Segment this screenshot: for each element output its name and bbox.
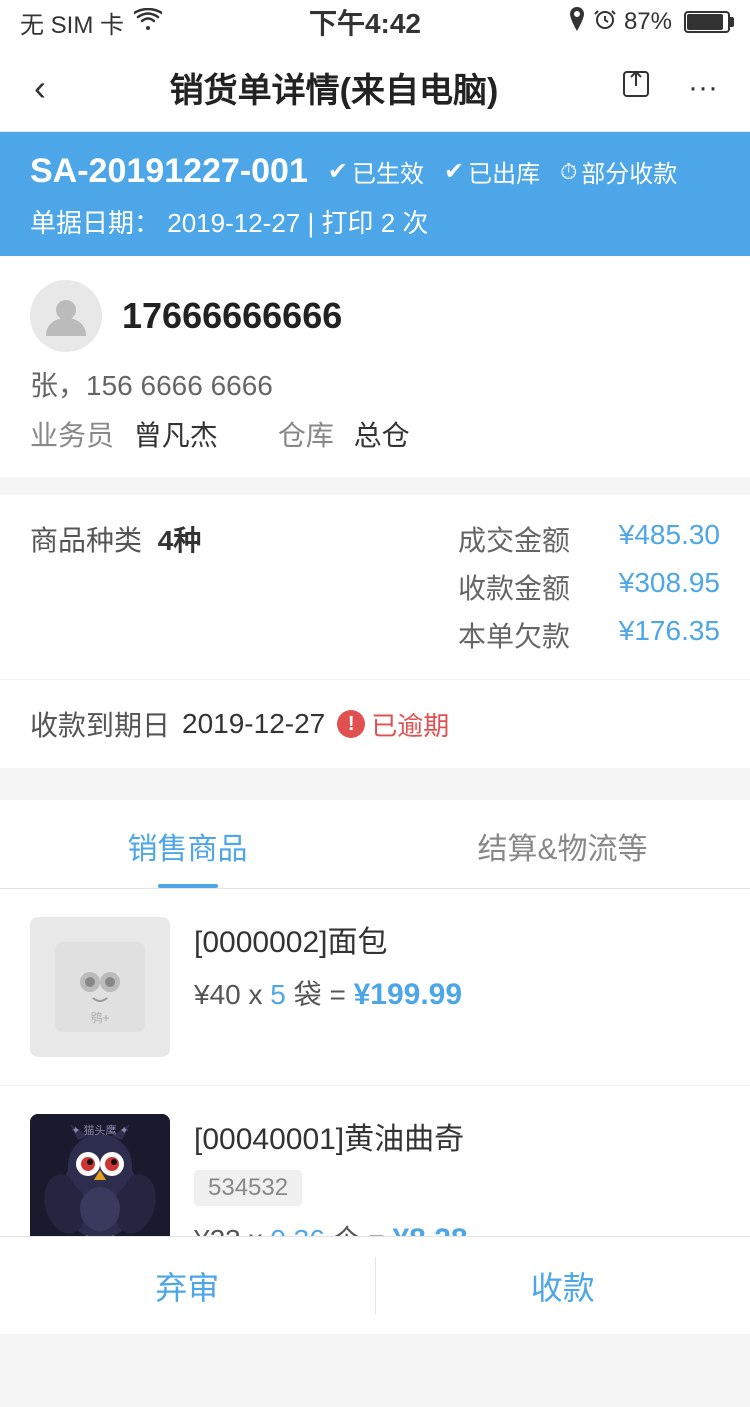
status-badge-2: ✔ 已出库 bbox=[444, 154, 540, 189]
product-name-2: [00040001]黄油曲奇 bbox=[194, 1114, 720, 1158]
receipt-row: 收款金额 ¥308.95 bbox=[458, 567, 720, 607]
status-badge-1: ✔ 已生效 bbox=[328, 154, 424, 189]
customer-name: 张，156 6666 6666 bbox=[30, 364, 720, 404]
status-bar: 无 SIM 卡 下午4:42 87% bbox=[0, 0, 750, 44]
header-banner: SA-20191227-001 ✔ 已生效 ✔ 已出库 ⏱ 部分收款 单据日期：… bbox=[0, 132, 750, 256]
customer-section: 17666666666 张，156 6666 6666 业务员 曾凡杰 仓库 总… bbox=[0, 256, 750, 479]
confirm-button[interactable]: 收款 bbox=[376, 1237, 750, 1334]
product-info-1: [0000002]面包 ¥40 x 5 袋 = ¥199.99 bbox=[194, 917, 720, 1013]
thumb-placeholder-1: 鸮+ bbox=[30, 917, 170, 1057]
customer-top: 17666666666 bbox=[30, 280, 720, 352]
location-icon bbox=[568, 7, 586, 38]
product-list: 鸮+ [0000002]面包 ¥40 x 5 袋 = ¥199.99 bbox=[0, 889, 750, 1287]
back-button[interactable]: ‹ bbox=[24, 57, 56, 119]
share-button[interactable] bbox=[612, 60, 660, 116]
overdue-badge: ! 已逾期 bbox=[337, 706, 449, 743]
overdue-dot-icon: ! bbox=[337, 710, 365, 738]
status-badge-3: ⏱ 部分收款 bbox=[560, 154, 677, 189]
check-icon-2: ✔ bbox=[444, 157, 464, 186]
tab-settlement[interactable]: 结算&物流等 bbox=[375, 800, 750, 888]
banner-top: SA-20191227-001 ✔ 已生效 ✔ 已出库 ⏱ 部分收款 bbox=[30, 152, 720, 191]
check-icon-1: ✔ bbox=[328, 157, 348, 186]
product-name-1: [0000002]面包 bbox=[194, 917, 720, 961]
warehouse-info: 仓库 总仓 bbox=[278, 414, 410, 454]
svg-text:✦ 猫头鹰 ✦: ✦ 猫头鹰 ✦ bbox=[71, 1123, 129, 1137]
product-thumb-1: 鸮+ bbox=[30, 917, 170, 1057]
carrier-label: 无 SIM 卡 bbox=[20, 5, 124, 40]
status-left: 无 SIM 卡 bbox=[20, 5, 162, 40]
divider-2 bbox=[0, 768, 750, 784]
divider-1 bbox=[0, 479, 750, 495]
stats-section: 商品种类 4种 成交金额 ¥485.30 收款金额 ¥308.95 本单欠款 ¥… bbox=[0, 495, 750, 679]
product-price-1: ¥40 x 5 袋 = ¥199.99 bbox=[194, 973, 720, 1013]
status-right: 87% bbox=[568, 7, 730, 38]
product-item: 鸮+ [0000002]面包 ¥40 x 5 袋 = ¥199.99 bbox=[0, 889, 750, 1086]
product-thumb-2: ✦ 猫头鹰 ✦ bbox=[30, 1114, 170, 1254]
alarm-icon bbox=[594, 8, 616, 37]
cancel-button[interactable]: 弃审 bbox=[0, 1237, 375, 1334]
product-sku-2: 534532 bbox=[194, 1170, 302, 1206]
bottom-bar: 弃审 收款 bbox=[0, 1236, 750, 1334]
battery-percent: 87% bbox=[624, 8, 672, 36]
nav-bar: ‹ 销货单详情(来自电脑) ··· bbox=[0, 44, 750, 132]
nav-actions: ··· bbox=[612, 60, 726, 116]
amount-row: 成交金额 ¥485.30 bbox=[458, 519, 720, 559]
tab-sales-products[interactable]: 销售商品 bbox=[0, 800, 375, 888]
battery-icon bbox=[684, 11, 730, 33]
tabs-section: 销售商品 结算&物流等 bbox=[0, 800, 750, 889]
sales-info: 业务员 曾凡杰 bbox=[30, 414, 218, 454]
customer-phone: 17666666666 bbox=[122, 295, 342, 337]
status-time: 下午4:42 bbox=[309, 2, 421, 42]
stats-right: 成交金额 ¥485.30 收款金额 ¥308.95 本单欠款 ¥176.35 bbox=[458, 519, 720, 655]
banner-date: 单据日期： 2019-12-27 | 打印 2 次 bbox=[30, 203, 720, 240]
debt-row: 本单欠款 ¥176.35 bbox=[458, 615, 720, 655]
clock-icon: ⏱ bbox=[560, 159, 577, 185]
more-button[interactable]: ··· bbox=[680, 63, 726, 113]
page-title: 销货单详情(来自电脑) bbox=[170, 63, 499, 112]
customer-meta: 业务员 曾凡杰 仓库 总仓 bbox=[30, 414, 720, 454]
stats-left: 商品种类 4种 bbox=[30, 519, 201, 559]
avatar bbox=[30, 280, 102, 352]
order-id: SA-20191227-001 bbox=[30, 152, 308, 191]
due-section: 收款到期日 2019-12-27 ! 已逾期 bbox=[0, 679, 750, 768]
wifi-icon bbox=[134, 8, 162, 37]
svg-text:鸮+: 鸮+ bbox=[90, 1010, 109, 1025]
